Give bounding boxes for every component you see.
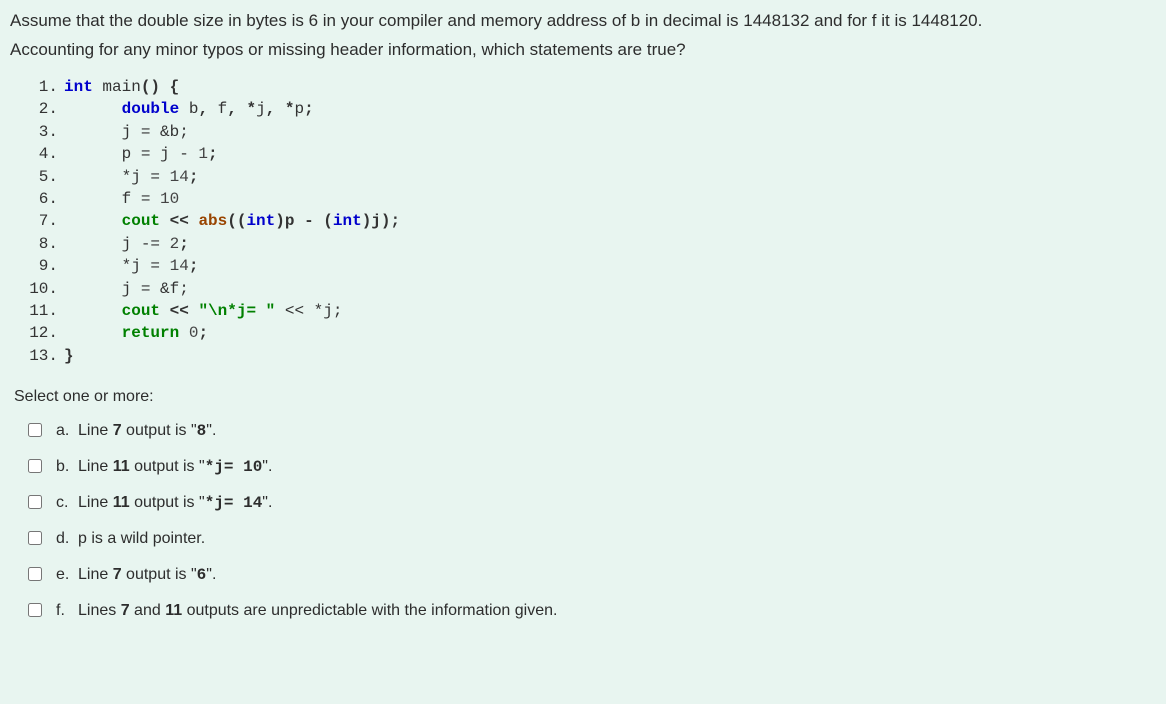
code-line: 11. cout << "\n*j= " << *j; [22,300,1156,322]
option-checkbox-a[interactable] [28,423,42,437]
option-text: Line 11 output is "*j= 10". [78,455,272,479]
code-content: double b, f, *j, *p; [64,100,314,118]
code-content: j = &b; [64,123,189,141]
code-content: *j = 14; [64,257,198,275]
line-number: 2. [22,98,58,120]
option-text: Line 7 output is "6". [78,563,216,587]
code-line: 6. f = 10 [22,188,1156,210]
option-row: d.p is a wild pointer. [28,527,1156,551]
line-number: 1. [22,76,58,98]
code-content: j -= 2; [64,235,189,253]
code-line: 13.} [22,345,1156,367]
option-text: Line 11 output is "*j= 14". [78,491,272,515]
answer-options: a.Line 7 output is "8".b.Line 11 output … [28,419,1156,623]
code-line: 8. j -= 2; [22,233,1156,255]
code-content: f = 10 [64,190,179,208]
option-checkbox-c[interactable] [28,495,42,509]
code-content: int main() { [64,78,179,96]
code-line: 9. *j = 14; [22,255,1156,277]
code-line: 3. j = &b; [22,121,1156,143]
option-checkbox-b[interactable] [28,459,42,473]
option-checkbox-f[interactable] [28,603,42,617]
option-row: a.Line 7 output is "8". [28,419,1156,443]
code-line: 1. int main() { [22,76,1156,98]
question-line-1: Assume that the double size in bytes is … [10,8,1156,34]
line-number: 11. [22,300,58,322]
option-letter: c. [56,491,78,515]
code-content: *j = 14; [64,168,198,186]
code-line: 4. p = j - 1; [22,143,1156,165]
code-content: p = j - 1; [64,145,218,163]
code-block: 1.int main() {2. double b, f, *j, *p;3. … [22,76,1156,367]
code-line: 2. double b, f, *j, *p; [22,98,1156,120]
question-line-2: Accounting for any minor typos or missin… [10,37,1156,63]
option-checkbox-d[interactable] [28,531,42,545]
option-letter: b. [56,455,78,479]
option-text: p is a wild pointer. [78,527,205,551]
code-content: j = &f; [64,280,189,298]
line-number: 6. [22,188,58,210]
option-text: Line 7 output is "8". [78,419,216,443]
code-line: 7. cout << abs((int)p - (int)j); [22,210,1156,232]
line-number: 8. [22,233,58,255]
option-row: c.Line 11 output is "*j= 14". [28,491,1156,515]
code-line: 5. *j = 14; [22,166,1156,188]
line-number: 12. [22,322,58,344]
code-content: cout << "\n*j= " << *j; [64,302,342,320]
line-number: 7. [22,210,58,232]
option-text: Lines 7 and 11 outputs are unpredictable… [78,599,557,623]
option-row: f.Lines 7 and 11 outputs are unpredictab… [28,599,1156,623]
option-letter: d. [56,527,78,551]
option-letter: f. [56,599,78,623]
option-letter: a. [56,419,78,443]
code-content: return 0; [64,324,208,342]
line-number: 4. [22,143,58,165]
option-checkbox-e[interactable] [28,567,42,581]
line-number: 10. [22,278,58,300]
code-content: } [64,347,74,365]
line-number: 9. [22,255,58,277]
option-row: b.Line 11 output is "*j= 10". [28,455,1156,479]
line-number: 3. [22,121,58,143]
code-content: cout << abs((int)p - (int)j); [64,212,400,230]
code-line: 12. return 0; [22,322,1156,344]
option-letter: e. [56,563,78,587]
line-number: 13. [22,345,58,367]
option-row: e.Line 7 output is "6". [28,563,1156,587]
line-number: 5. [22,166,58,188]
code-line: 10. j = &f; [22,278,1156,300]
select-prompt: Select one or more: [14,385,1156,409]
